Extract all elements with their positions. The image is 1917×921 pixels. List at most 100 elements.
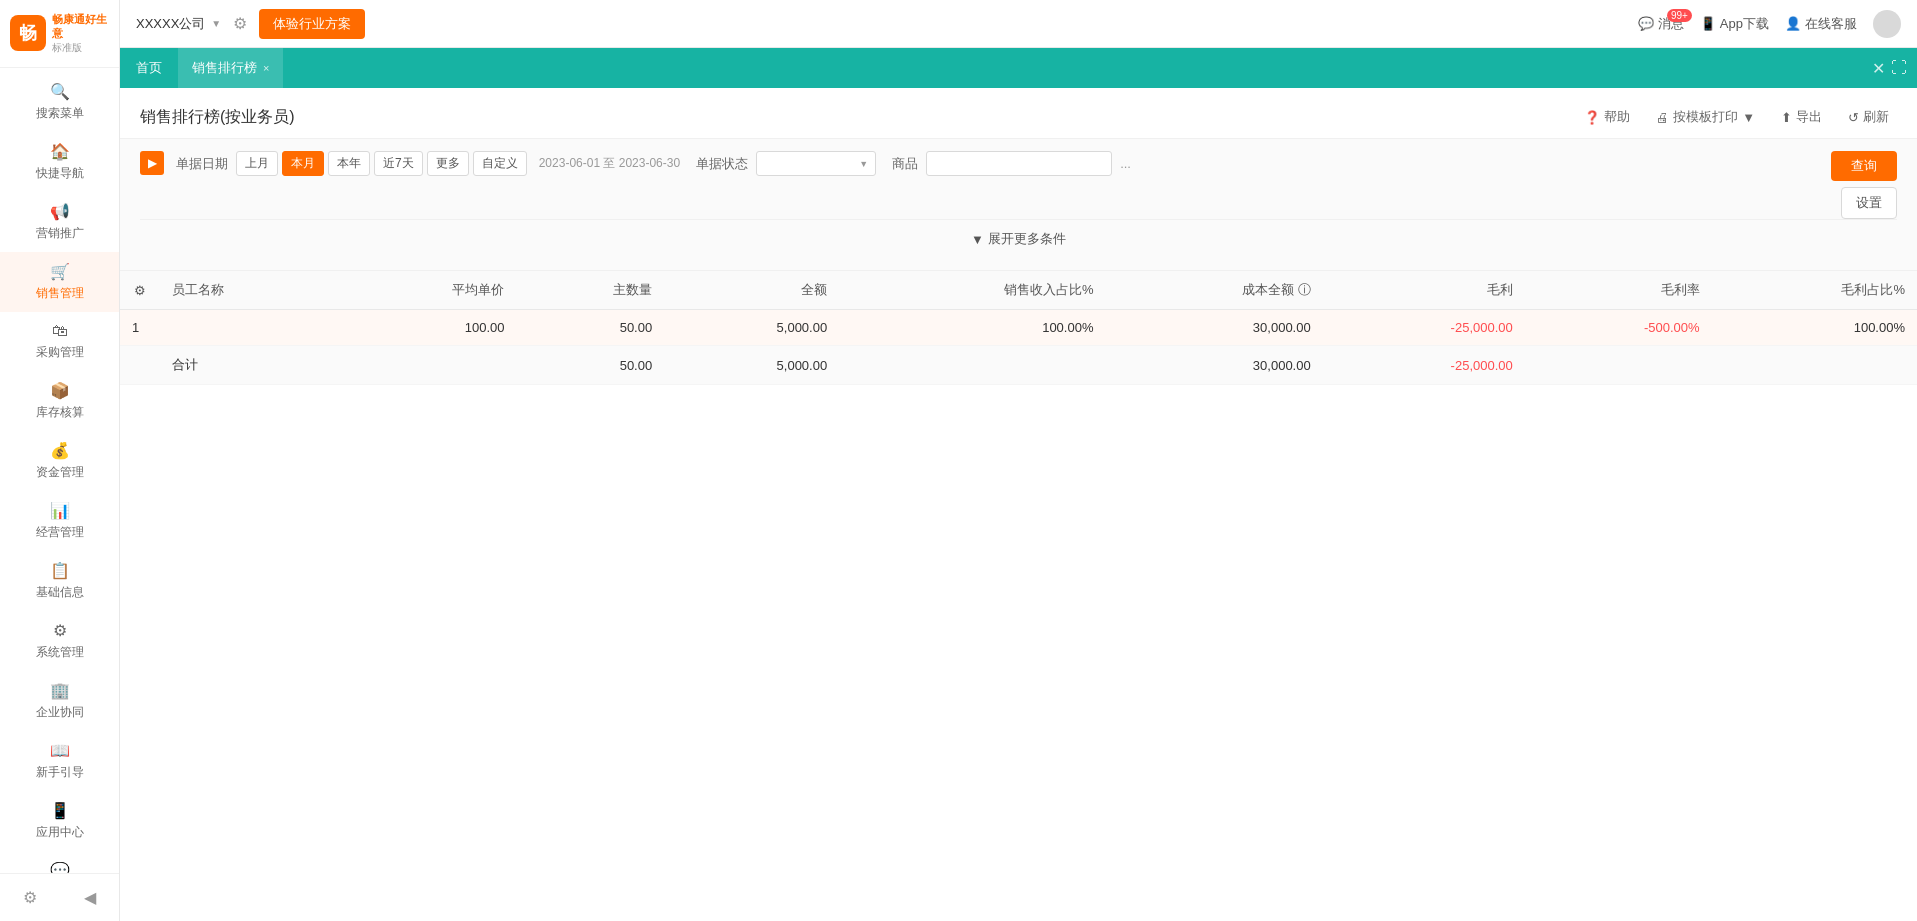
message-icon: 💬 bbox=[1638, 16, 1654, 31]
header-actions: ❓ 帮助 🖨 按模板打印 ▼ ⬆ 导出 ↺ 刷新 bbox=[1576, 104, 1897, 130]
status-select[interactable] bbox=[756, 151, 876, 176]
refresh-button[interactable]: ↺ 刷新 bbox=[1840, 104, 1897, 130]
sidebar-collapse-icon[interactable]: ◀ bbox=[78, 882, 102, 913]
trial-button[interactable]: 体验行业方案 bbox=[259, 9, 365, 39]
help-label: 帮助 bbox=[1604, 108, 1630, 126]
refresh-icon: ↺ bbox=[1848, 110, 1859, 125]
topbar-gear-icon[interactable]: ⚙ bbox=[233, 14, 247, 33]
sidebar-item-marketing[interactable]: 📢 营销推广 bbox=[0, 192, 119, 252]
expand-more-btn[interactable]: ▼ 展开更多条件 bbox=[971, 224, 1066, 254]
sidebar-item-finance[interactable]: 💰资金管理 bbox=[0, 431, 119, 491]
filter-fields: 单据日期 上月本月本年近7天更多自定义 2023-06-01 至 2023-06… bbox=[176, 151, 1819, 176]
app-title: 畅康通好生意 bbox=[52, 12, 109, 41]
cell-8: -500.00% bbox=[1525, 310, 1712, 346]
col-header-6: 成本全额 ⓘ bbox=[1105, 271, 1322, 310]
sidebar-item-guide[interactable]: 📖新手引导 bbox=[0, 731, 119, 791]
nav-label-sales: 销售管理 bbox=[36, 285, 84, 302]
app-subtitle: 标准版 bbox=[52, 41, 109, 55]
filter-main-row: ▶ 单据日期 上月本月本年近7天更多自定义 2023-06-01 至 2023-… bbox=[140, 151, 1897, 219]
nav-label-apps: 应用中心 bbox=[36, 824, 84, 841]
footer-gross: -25,000.00 bbox=[1323, 346, 1525, 385]
cell-6: 30,000.00 bbox=[1105, 310, 1322, 346]
sidebar-item-operation[interactable]: 📊经营管理 bbox=[0, 491, 119, 551]
topbar-right: 💬 消息 99+ 📱 App下载 👤 在线客服 bbox=[1638, 10, 1901, 38]
sidebar-item-shortcut[interactable]: 🏠快捷导航 bbox=[0, 132, 119, 192]
tab-window-actions: ✕ ⛶ bbox=[1862, 59, 1917, 78]
col-header-4: 全额 bbox=[664, 271, 839, 310]
nav-label-search: 搜索菜单 bbox=[36, 105, 84, 122]
footer-cost: 30,000.00 bbox=[1105, 346, 1322, 385]
nav-label-enterprise: 企业协同 bbox=[36, 704, 84, 721]
cell-5: 100.00% bbox=[839, 310, 1105, 346]
sidebar-item-enterprise[interactable]: 🏢企业协同 bbox=[0, 671, 119, 731]
message-badge: 99+ bbox=[1667, 9, 1692, 22]
date-btn-上月[interactable]: 上月 bbox=[236, 151, 278, 176]
nav-icon-marketing: 📢 bbox=[50, 202, 70, 221]
company-dropdown-icon: ▼ bbox=[211, 18, 221, 29]
content-header: 销售排行榜(按业务员) ❓ 帮助 🖨 按模板打印 ▼ ⬆ 导出 ↺ 刷新 bbox=[120, 88, 1917, 139]
sidebar-item-basic[interactable]: 📋基础信息 bbox=[0, 551, 119, 611]
footer-qty: 50.00 bbox=[516, 346, 664, 385]
goods-input[interactable] bbox=[926, 151, 1112, 176]
tab-label: 销售排行榜 bbox=[192, 59, 257, 77]
tab-maximize-icon[interactable]: ⛶ bbox=[1891, 59, 1907, 77]
nav-label-guide: 新手引导 bbox=[36, 764, 84, 781]
tab-home[interactable]: 首页 bbox=[120, 48, 178, 88]
sidebar-logo: 畅 畅康通好生意 标准版 bbox=[0, 0, 119, 68]
user-avatar[interactable] bbox=[1873, 10, 1901, 38]
filter-expand-arrow[interactable]: ▶ bbox=[140, 151, 164, 175]
goods-more-icon[interactable]: ... bbox=[1120, 156, 1131, 171]
sidebar-item-system[interactable]: ⚙系统管理 bbox=[0, 611, 119, 671]
nav-icon-system: ⚙ bbox=[53, 621, 67, 640]
query-button[interactable]: 查询 bbox=[1831, 151, 1897, 181]
tab-sales-ranking[interactable]: 销售排行榜 × bbox=[178, 48, 283, 88]
filter-area: ▶ 单据日期 上月本月本年近7天更多自定义 2023-06-01 至 2023-… bbox=[120, 139, 1917, 271]
company-selector[interactable]: XXXXX公司 ▼ bbox=[136, 15, 221, 33]
topbar-message-btn[interactable]: 💬 消息 99+ bbox=[1638, 15, 1684, 33]
help-icon: ❓ bbox=[1584, 110, 1600, 125]
tab-close-window-icon[interactable]: ✕ bbox=[1872, 59, 1885, 78]
sidebar-item-search[interactable]: 🔍搜索菜单 bbox=[0, 72, 119, 132]
footer-amount: 5,000.00 bbox=[664, 346, 839, 385]
sidebar-item-wechat[interactable]: 💬企业微信 bbox=[0, 851, 119, 873]
print-button[interactable]: 🖨 按模板打印 ▼ bbox=[1648, 104, 1763, 130]
sidebar-item-inventory[interactable]: 📦库存核算 bbox=[0, 371, 119, 431]
nav-label-operation: 经营管理 bbox=[36, 524, 84, 541]
online-service-btn[interactable]: 👤 在线客服 bbox=[1785, 15, 1857, 33]
page-title: 销售排行榜(按业务员) bbox=[140, 107, 295, 128]
date-btn-更多[interactable]: 更多 bbox=[427, 151, 469, 176]
col-header-0: ⚙ bbox=[120, 271, 160, 310]
nav-icon-wechat: 💬 bbox=[50, 861, 70, 873]
settings-button[interactable]: 设置 bbox=[1841, 187, 1897, 219]
nav-label-marketing: 营销推广 bbox=[36, 225, 84, 242]
export-button[interactable]: ⬆ 导出 bbox=[1773, 104, 1830, 130]
status-filter: 单据状态 bbox=[696, 151, 876, 176]
content-area: 销售排行榜(按业务员) ❓ 帮助 🖨 按模板打印 ▼ ⬆ 导出 ↺ 刷新 bbox=[120, 88, 1917, 921]
tabbar: 首页 销售排行榜 × ✕ ⛶ bbox=[120, 48, 1917, 88]
app-download-label: App下载 bbox=[1720, 15, 1769, 33]
col-header-2: 平均单价 bbox=[338, 271, 516, 310]
sidebar-settings-icon[interactable]: ⚙ bbox=[17, 882, 43, 913]
expand-icon: ▼ bbox=[971, 232, 984, 247]
date-btn-本月[interactable]: 本月 bbox=[282, 151, 324, 176]
app-download-btn[interactable]: 📱 App下载 bbox=[1700, 15, 1769, 33]
service-icon: 👤 bbox=[1785, 16, 1801, 31]
footer-total-label: 合计 bbox=[160, 346, 338, 385]
nav-icon-sales: 🛒 bbox=[50, 262, 70, 281]
help-button[interactable]: ❓ 帮助 bbox=[1576, 104, 1638, 130]
col-settings-icon[interactable]: ⚙ bbox=[134, 283, 146, 298]
col-header-7: 毛利 bbox=[1323, 271, 1525, 310]
nav-label-purchase: 采购管理 bbox=[36, 344, 84, 361]
sidebar-item-purchase[interactable]: 🛍采购管理 bbox=[0, 312, 119, 371]
cell-2: 100.00 bbox=[338, 310, 516, 346]
date-btn-自定义[interactable]: 自定义 bbox=[473, 151, 527, 176]
date-btn-近7天[interactable]: 近7天 bbox=[374, 151, 423, 176]
table-footer: 合计 50.00 5,000.00 30,000.00 -25,000.00 bbox=[120, 346, 1917, 385]
sidebar-item-sales[interactable]: 🛒 销售管理 bbox=[0, 252, 119, 312]
sidebar-item-apps[interactable]: 📱应用中心 bbox=[0, 791, 119, 851]
tab-close-icon[interactable]: × bbox=[263, 62, 269, 74]
cell-1 bbox=[160, 310, 338, 346]
date-btn-本年[interactable]: 本年 bbox=[328, 151, 370, 176]
service-label: 在线客服 bbox=[1805, 15, 1857, 33]
cell-4: 5,000.00 bbox=[664, 310, 839, 346]
